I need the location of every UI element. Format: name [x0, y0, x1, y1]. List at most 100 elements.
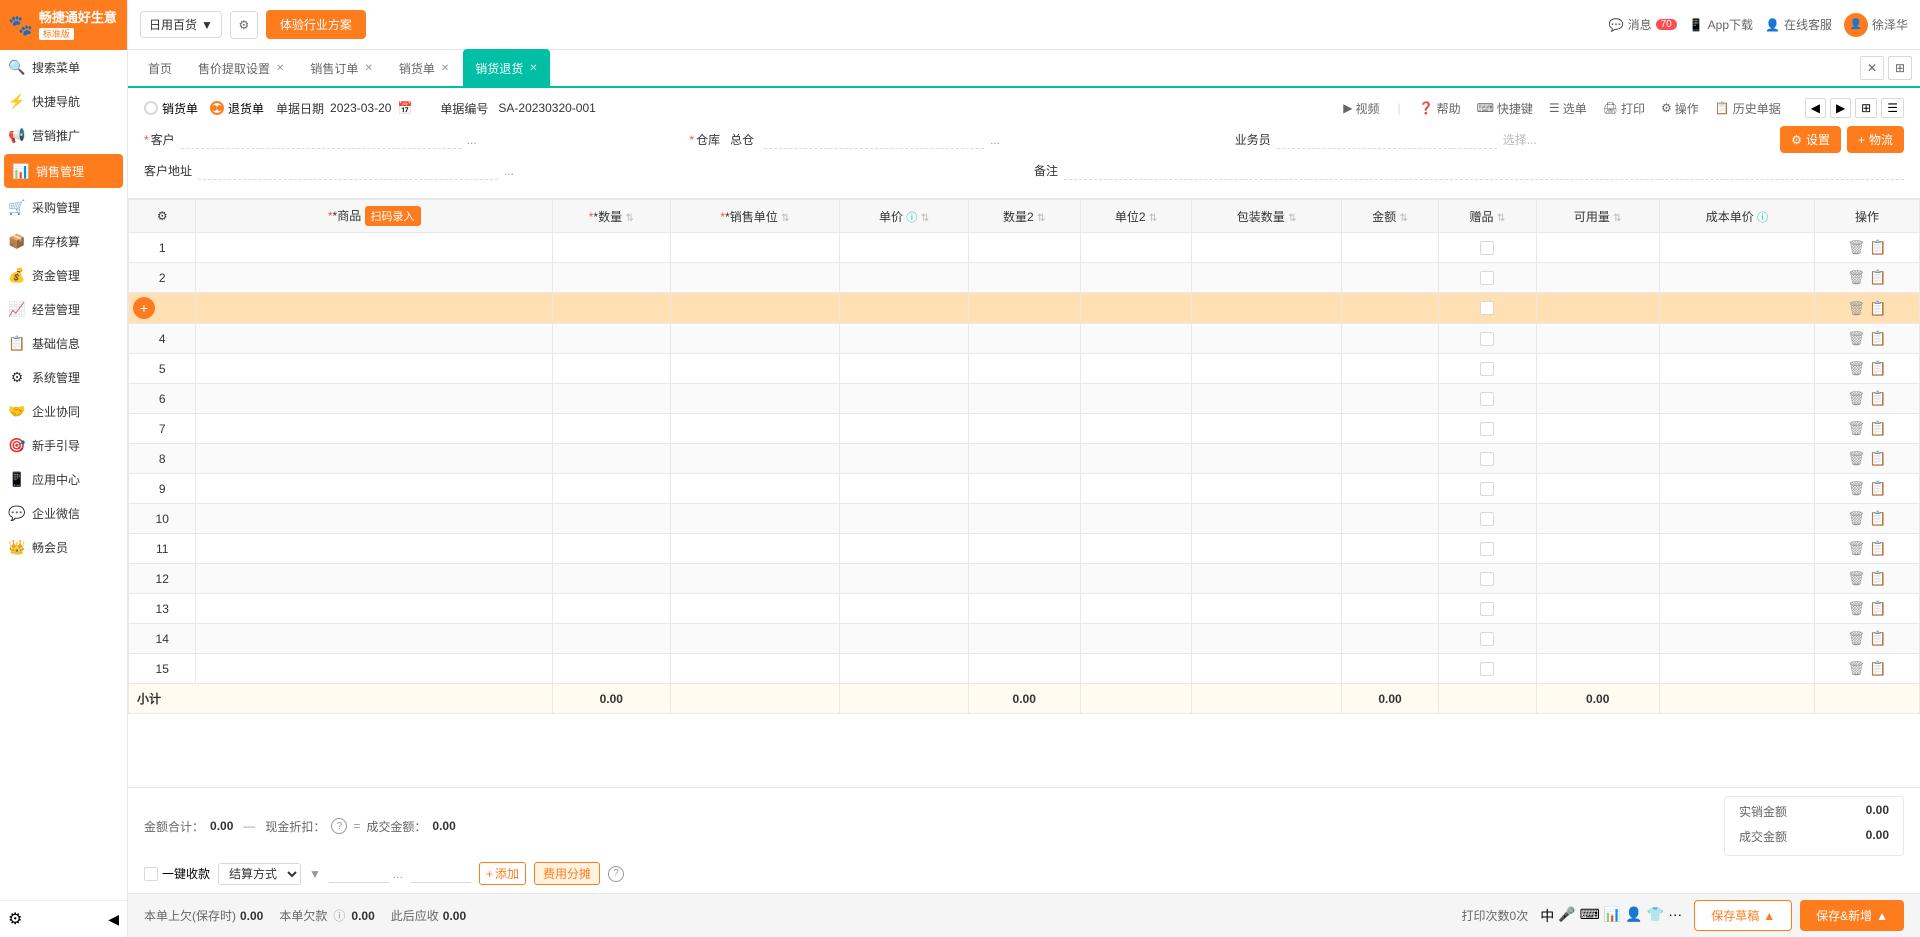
- pack-cell-15[interactable]: [1192, 654, 1341, 684]
- settings-gear-btn[interactable]: ⚙: [230, 11, 258, 39]
- toolbar-help[interactable]: ❓ 帮助: [1419, 100, 1461, 117]
- unit2-cell-5[interactable]: [1080, 354, 1192, 384]
- sidebar-item-enterprise[interactable]: 🤝 企业协同: [0, 394, 127, 428]
- cost-cell-12[interactable]: [1659, 564, 1814, 594]
- tab-close-sales-return[interactable]: ✕: [529, 63, 537, 74]
- copy-icon-7[interactable]: 📋: [1869, 420, 1886, 437]
- sidebar-item-marketing[interactable]: 📢 营销推广: [0, 118, 127, 152]
- unit2-cell-12[interactable]: [1080, 564, 1192, 594]
- pack-cell-5[interactable]: [1192, 354, 1341, 384]
- unit-cell-8[interactable]: [670, 444, 840, 474]
- qty-cell-14[interactable]: [553, 624, 671, 654]
- col-gear[interactable]: ⚙: [129, 200, 196, 233]
- amount-cell-9[interactable]: [1341, 474, 1438, 504]
- customer-dots[interactable]: ...: [467, 133, 477, 147]
- tab-home[interactable]: 首页: [136, 49, 184, 87]
- product-cell-15[interactable]: [196, 654, 553, 684]
- online-service-btn[interactable]: 👤 在线客服: [1765, 16, 1832, 33]
- delete-icon-12[interactable]: 🗑: [1847, 570, 1865, 587]
- available-cell-10[interactable]: [1536, 504, 1659, 534]
- amount-cell-12[interactable]: [1341, 564, 1438, 594]
- available-cell-9[interactable]: [1536, 474, 1659, 504]
- user-profile[interactable]: 👤 徐泽华: [1844, 13, 1908, 37]
- unit-cell-2[interactable]: [670, 263, 840, 293]
- available-cell-2[interactable]: [1536, 263, 1659, 293]
- customer-input[interactable]: [181, 130, 461, 149]
- delete-icon-6[interactable]: 🗑: [1847, 390, 1865, 407]
- tab-close-sales-delivery[interactable]: ✕: [441, 63, 449, 74]
- sidebar-item-shortcut-nav[interactable]: ⚡ 快捷导航: [0, 84, 127, 118]
- qty2-cell-5[interactable]: [968, 354, 1080, 384]
- grid-view-icon[interactable]: ⊞: [1855, 98, 1877, 118]
- trial-btn[interactable]: 体验行业方案: [266, 10, 366, 39]
- cost-cell-13[interactable]: [1659, 594, 1814, 624]
- gift-checkbox-14[interactable]: [1480, 632, 1494, 646]
- tab-sales-order[interactable]: 销售订单 ✕: [298, 49, 384, 87]
- gift-checkbox-6[interactable]: [1480, 392, 1494, 406]
- product-cell-5[interactable]: [196, 354, 553, 384]
- cost-cell-15[interactable]: [1659, 654, 1814, 684]
- product-cell-4[interactable]: [196, 324, 553, 354]
- amount-cell-7[interactable]: [1341, 414, 1438, 444]
- warehouse-input[interactable]: [764, 130, 984, 149]
- gift-checkbox-8[interactable]: [1480, 452, 1494, 466]
- available-cell-5[interactable]: [1536, 354, 1659, 384]
- copy-icon-13[interactable]: 📋: [1869, 600, 1886, 617]
- available-cell-4[interactable]: [1536, 324, 1659, 354]
- gift-checkbox-11[interactable]: [1480, 542, 1494, 556]
- amount-cell-6[interactable]: [1341, 384, 1438, 414]
- gift-checkbox-15[interactable]: [1480, 662, 1494, 676]
- available-cell-12[interactable]: [1536, 564, 1659, 594]
- cost-cell-8[interactable]: [1659, 444, 1814, 474]
- cost-info-icon[interactable]: ⓘ: [1757, 212, 1768, 224]
- pack-cell-4[interactable]: [1192, 324, 1341, 354]
- tab-close-price-setting[interactable]: ✕: [276, 63, 284, 74]
- collapse-icon[interactable]: ◀: [108, 911, 119, 928]
- payment-amount-input[interactable]: [411, 864, 471, 883]
- price-cell-12[interactable]: [840, 564, 968, 594]
- list-view-icon[interactable]: ☰: [1881, 98, 1904, 118]
- product-cell-14[interactable]: [196, 624, 553, 654]
- pack-sort-icon[interactable]: ⇅: [1288, 213, 1296, 224]
- pack-cell-12[interactable]: [1192, 564, 1341, 594]
- sidebar-item-system[interactable]: ⚙ 系统管理: [0, 360, 127, 394]
- settlement-select[interactable]: 结算方式: [218, 863, 301, 885]
- calendar-icon[interactable]: 📅: [397, 101, 412, 115]
- available-cell-3[interactable]: [1536, 293, 1659, 324]
- settings-btn[interactable]: ⚙ 设置: [1780, 126, 1841, 153]
- qty-cell-9[interactable]: [553, 474, 671, 504]
- available-cell-15[interactable]: [1536, 654, 1659, 684]
- product-cell-13[interactable]: [196, 594, 553, 624]
- unit2-cell-1[interactable]: [1080, 233, 1192, 263]
- available-cell-14[interactable]: [1536, 624, 1659, 654]
- delete-icon-4[interactable]: 🗑: [1847, 330, 1865, 347]
- pack-cell-13[interactable]: [1192, 594, 1341, 624]
- settings-icon[interactable]: ⚙: [8, 909, 22, 929]
- delete-icon-15[interactable]: 🗑: [1847, 660, 1865, 677]
- copy-icon-12[interactable]: 📋: [1869, 570, 1886, 587]
- product-cell-2[interactable]: [196, 263, 553, 293]
- gift-cell-4[interactable]: [1439, 324, 1536, 354]
- gift-cell-6[interactable]: [1439, 384, 1536, 414]
- unit-cell-9[interactable]: [670, 474, 840, 504]
- qty2-cell-9[interactable]: [968, 474, 1080, 504]
- amount-sort-icon[interactable]: ⇅: [1400, 213, 1408, 224]
- account-dots[interactable]: ...: [393, 867, 403, 881]
- qty-cell-3[interactable]: [553, 293, 671, 324]
- toolbar-select[interactable]: ☰ 选单: [1549, 100, 1587, 117]
- discount-help-icon[interactable]: ?: [331, 818, 347, 834]
- price-cell-6[interactable]: [840, 384, 968, 414]
- qty-cell-6[interactable]: [553, 384, 671, 414]
- close-tab-btn[interactable]: ✕: [1860, 56, 1884, 80]
- price-cell-1[interactable]: [840, 233, 968, 263]
- unit-sort-icon[interactable]: ⇅: [781, 213, 789, 224]
- warehouse-dots[interactable]: ...: [990, 133, 1000, 147]
- pack-cell-14[interactable]: [1192, 624, 1341, 654]
- sidebar-item-member[interactable]: 👑 畅会员: [0, 530, 127, 564]
- price-cell-4[interactable]: [840, 324, 968, 354]
- gift-cell-7[interactable]: [1439, 414, 1536, 444]
- pack-cell-3[interactable]: [1192, 293, 1341, 324]
- product-input-3[interactable]: [200, 301, 548, 315]
- industry-select[interactable]: 日用百货 ▼: [140, 11, 222, 38]
- price-cell-2[interactable]: [840, 263, 968, 293]
